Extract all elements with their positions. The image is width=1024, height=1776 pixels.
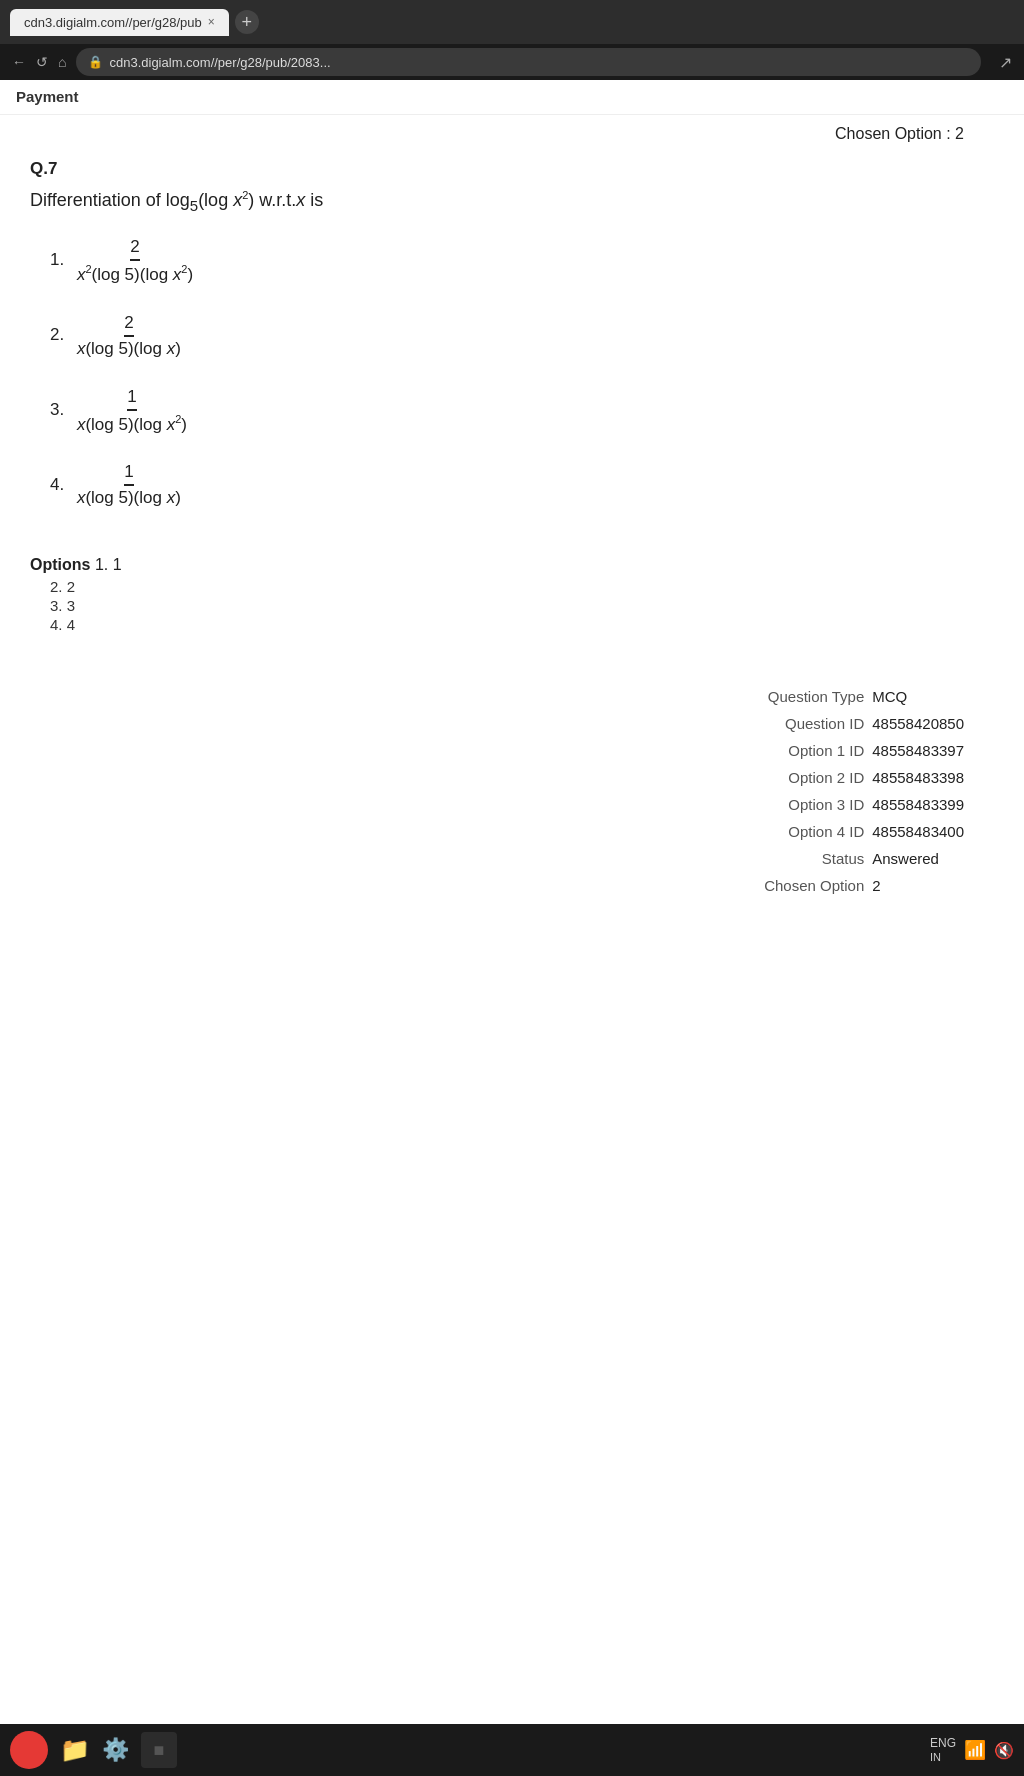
info-value-opt2id: 48558483398	[872, 764, 964, 791]
option-2-fraction: 2 x(log 5)(log x)	[77, 313, 181, 359]
option-3: 3. 1 x(log 5)(log x2)	[50, 387, 994, 435]
dark-app-icon[interactable]: ■	[141, 1732, 177, 1768]
info-label-opt1id: Option 1 ID	[724, 737, 864, 764]
option-3-number: 3.	[50, 400, 64, 419]
info-value-opt3id: 48558483399	[872, 791, 964, 818]
option-2-numerator: 2	[124, 313, 133, 337]
info-value-status: Answered	[872, 845, 939, 872]
option-3-numerator: 1	[127, 387, 136, 411]
info-value-chosen: 2	[872, 872, 880, 899]
option-1-denominator: x2(log 5)(log x2)	[77, 261, 193, 285]
gear-icon[interactable]: ⚙️	[102, 1737, 129, 1763]
reload-button[interactable]: ↺	[36, 54, 48, 70]
option-4-fraction: 1 x(log 5)(log x)	[77, 462, 181, 508]
sys-tray-items: ENGIN 📶 🔇	[930, 1736, 1014, 1764]
option-1-number: 1.	[50, 250, 64, 269]
option-1: 1. 2 x2(log 5)(log x2)	[50, 237, 994, 285]
share-button[interactable]: ↗	[999, 53, 1012, 72]
info-label-opt3id: Option 3 ID	[724, 791, 864, 818]
options-summary: Options 1. 1 2. 2 3. 3 4. 4	[0, 556, 1024, 633]
question-number: Q.7	[30, 159, 994, 179]
info-label-opt4id: Option 4 ID	[724, 818, 864, 845]
question-block: Q.7 Differentiation of log5(log x2) w.r.…	[0, 149, 1024, 556]
info-row-opt2id: Option 2 ID 48558483398	[724, 764, 964, 791]
option-4-number: 4.	[50, 475, 64, 494]
chosen-option-bar: Chosen Option : 2	[0, 115, 1024, 149]
options-summary-title: Options 1. 1	[30, 556, 994, 574]
option-2-denominator: x(log 5)(log x)	[77, 337, 181, 359]
option-4-denominator: x(log 5)(log x)	[77, 486, 181, 508]
language-label: ENGIN	[930, 1736, 956, 1764]
option-4: 4. 1 x(log 5)(log x)	[50, 462, 994, 508]
new-tab-button[interactable]: +	[235, 10, 259, 34]
active-tab[interactable]: cdn3.digialm.com//per/g28/pub ×	[10, 9, 229, 36]
page-content: Payment Chosen Option : 2 Q.7 Differenti…	[0, 80, 1024, 999]
options-list: 1. 2 x2(log 5)(log x2) 2. 2 x(log 5)(log…	[50, 237, 994, 508]
address-bar: ← ↺ ⌂ 🔒 cdn3.digialm.com//per/g28/pub/20…	[0, 44, 1024, 80]
option-4-numerator: 1	[124, 462, 133, 486]
info-label-status: Status	[724, 845, 864, 872]
lock-icon: 🔒	[88, 55, 103, 69]
info-value-opt1id: 48558483397	[872, 737, 964, 764]
folder-icon[interactable]: 📁	[60, 1736, 90, 1764]
info-label-type: Question Type	[724, 683, 864, 710]
url-text: cdn3.digialm.com//per/g28/pub/2083...	[109, 55, 330, 70]
info-row-chosen: Chosen Option 2	[724, 872, 964, 899]
options-summary-item-2: 2. 2	[50, 578, 994, 595]
system-tray: ENGIN 📶 🔇	[930, 1736, 1014, 1764]
options-summary-item-4: 4. 4	[50, 616, 994, 633]
payment-label: Payment	[16, 88, 79, 105]
options-summary-item-3: 3. 3	[50, 597, 994, 614]
info-row-opt3id: Option 3 ID 48558483399	[724, 791, 964, 818]
tab-close-button[interactable]: ×	[208, 15, 215, 29]
volume-icon: 🔇	[994, 1741, 1014, 1760]
option-3-denominator: x(log 5)(log x2)	[77, 411, 187, 435]
info-row-type: Question Type MCQ	[724, 683, 964, 710]
back-button[interactable]: ←	[12, 54, 26, 70]
payment-bar: Payment	[0, 80, 1024, 115]
tab-title: cdn3.digialm.com//per/g28/pub	[24, 15, 202, 30]
info-label-qid: Question ID	[724, 710, 864, 737]
info-value-type: MCQ	[872, 683, 907, 710]
browser-chrome: cdn3.digialm.com//per/g28/pub × +	[0, 0, 1024, 44]
info-table-container: Question Type MCQ Question ID 4855842085…	[0, 663, 1024, 919]
info-row-opt4id: Option 4 ID 48558483400	[724, 818, 964, 845]
info-value-opt4id: 48558483400	[872, 818, 964, 845]
option-3-fraction: 1 x(log 5)(log x2)	[77, 387, 187, 435]
info-label-opt2id: Option 2 ID	[724, 764, 864, 791]
tab-area: cdn3.digialm.com//per/g28/pub × +	[10, 9, 1014, 36]
info-table: Question Type MCQ Question ID 4855842085…	[724, 683, 964, 899]
chosen-option-header: Chosen Option : 2	[835, 125, 964, 143]
option-2: 2. 2 x(log 5)(log x)	[50, 313, 994, 359]
info-row-status: Status Answered	[724, 845, 964, 872]
option-1-numerator: 2	[130, 237, 139, 261]
wifi-icon: 📶	[964, 1739, 986, 1761]
info-label-chosen: Chosen Option	[724, 872, 864, 899]
url-box[interactable]: 🔒 cdn3.digialm.com//per/g28/pub/2083...	[76, 48, 981, 76]
taskbar: 📁 ⚙️ ■ ENGIN 📶 🔇	[0, 1724, 1024, 1776]
info-row-opt1id: Option 1 ID 48558483397	[724, 737, 964, 764]
taskbar-circle-icon[interactable]	[10, 1731, 48, 1769]
option-2-number: 2.	[50, 325, 64, 344]
info-value-qid: 48558420850	[872, 710, 964, 737]
question-text: Differentiation of log5(log x2) w.r.t.x …	[30, 187, 994, 217]
option-1-fraction: 2 x2(log 5)(log x2)	[77, 237, 193, 285]
info-row-qid: Question ID 48558420850	[724, 710, 964, 737]
home-button[interactable]: ⌂	[58, 54, 66, 70]
